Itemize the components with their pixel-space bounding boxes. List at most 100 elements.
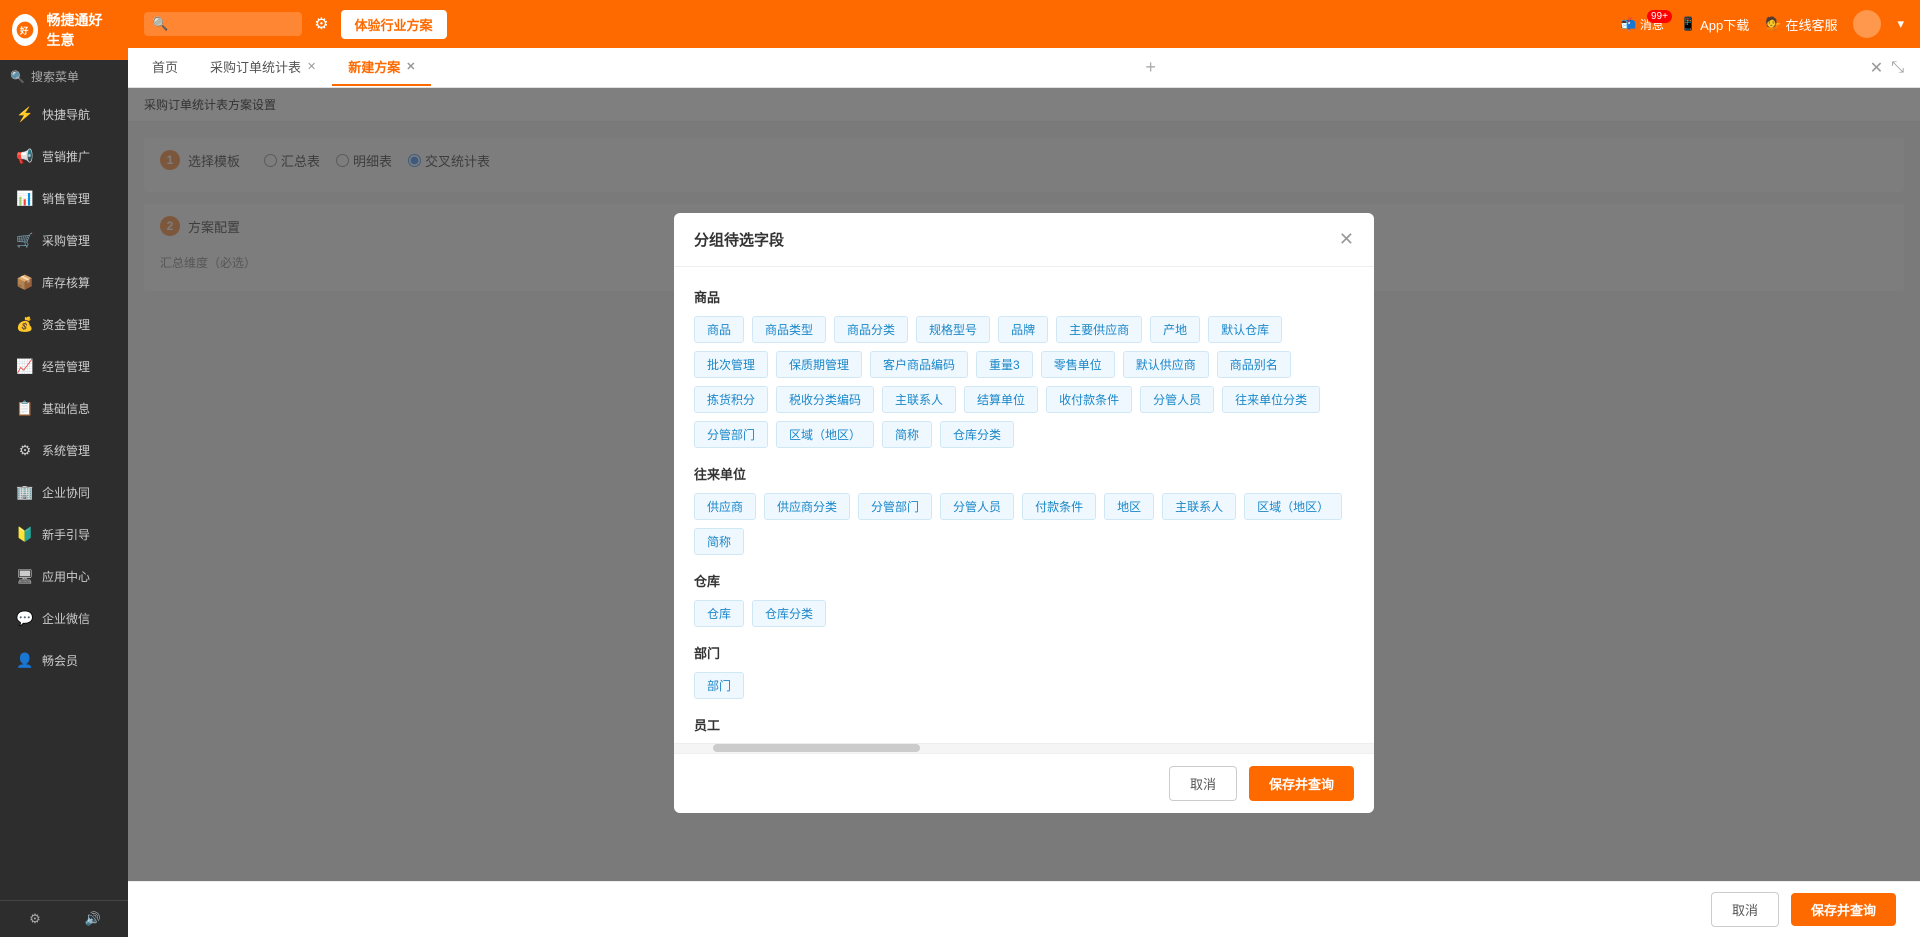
field-tag[interactable]: 重量3 bbox=[976, 351, 1033, 378]
field-tag[interactable]: 分管人员 bbox=[1140, 386, 1214, 413]
field-tag[interactable]: 商品别名 bbox=[1217, 351, 1291, 378]
sidebar-item-label: 资金管理 bbox=[42, 316, 90, 333]
bottom-save-button[interactable]: 保存并查询 bbox=[1791, 893, 1896, 926]
sidebar-item-label: 快捷导航 bbox=[42, 106, 90, 123]
badge-count: 99+ bbox=[1647, 10, 1672, 23]
field-tag[interactable]: 产地 bbox=[1150, 316, 1200, 343]
tab-new-scheme-close[interactable]: ✕ bbox=[406, 60, 415, 73]
field-tag[interactable]: 部门 bbox=[694, 672, 744, 699]
tab-minimize-icon[interactable]: ✕ bbox=[1870, 58, 1883, 78]
field-tag[interactable]: 规格型号 bbox=[916, 316, 990, 343]
sidebar-search[interactable]: 🔍 搜索菜单 bbox=[0, 60, 128, 93]
tab-home[interactable]: 首页 bbox=[136, 49, 194, 86]
tab-new-scheme[interactable]: 新建方案 ✕ bbox=[332, 49, 431, 86]
field-tag[interactable]: 批次管理 bbox=[694, 351, 768, 378]
field-tag[interactable]: 拣货积分 bbox=[694, 386, 768, 413]
modal-close-button[interactable]: ✕ bbox=[1339, 229, 1354, 250]
modal-hscroll-thumb[interactable] bbox=[713, 744, 921, 752]
sidebar-bottom: ⚙ 🔊 bbox=[0, 900, 128, 937]
sidebar-item-operations[interactable]: 📈 经营管理 bbox=[6, 347, 122, 385]
sidebar-item-label: 企业微信 bbox=[42, 610, 90, 627]
tab-add-btn[interactable]: + bbox=[1137, 53, 1164, 82]
field-tag[interactable]: 主联系人 bbox=[1162, 493, 1236, 520]
tab-purchase-stat-close[interactable]: ✕ bbox=[307, 60, 316, 73]
sidebar-item-member[interactable]: 👤 畅会员 bbox=[6, 641, 122, 679]
header-exp-button[interactable]: 体验行业方案 bbox=[341, 10, 447, 39]
field-tag[interactable]: 客户商品编码 bbox=[870, 351, 968, 378]
sidebar-item-label: 采购管理 bbox=[42, 232, 90, 249]
section-title-dept: 部门 bbox=[694, 643, 1354, 662]
sidebar-item-guide[interactable]: 🔰 新手引导 bbox=[6, 515, 122, 553]
field-tag[interactable]: 往来单位分类 bbox=[1222, 386, 1320, 413]
system-icon: ⚙ bbox=[16, 441, 34, 459]
field-tag[interactable]: 税收分类编码 bbox=[776, 386, 874, 413]
sidebar-settings-btn[interactable]: ⚙ bbox=[10, 911, 60, 927]
sidebar-item-app-center[interactable]: 🖥 应用中心 bbox=[6, 557, 122, 595]
field-tag[interactable]: 结算单位 bbox=[964, 386, 1038, 413]
field-tag[interactable]: 收付款条件 bbox=[1046, 386, 1132, 413]
bottom-cancel-button[interactable]: 取消 bbox=[1711, 892, 1779, 927]
header-message-badge[interactable]: 📬 消息 99+ bbox=[1620, 16, 1664, 33]
tab-purchase-stat[interactable]: 采购订单统计表 ✕ bbox=[194, 49, 332, 86]
field-tag[interactable]: 供应商 bbox=[694, 493, 756, 520]
field-tag[interactable]: 品牌 bbox=[998, 316, 1048, 343]
field-tag[interactable]: 商品类型 bbox=[752, 316, 826, 343]
section-title-goods: 商品 bbox=[694, 287, 1354, 306]
service-icon: 💁 bbox=[1765, 16, 1781, 32]
field-tag[interactable]: 默认仓库 bbox=[1208, 316, 1282, 343]
field-tag[interactable]: 简称 bbox=[694, 528, 744, 555]
header-setting-icon[interactable]: ⚙ bbox=[314, 14, 328, 34]
modal-cancel-button[interactable]: 取消 bbox=[1169, 766, 1237, 801]
modal-confirm-button[interactable]: 保存并查询 bbox=[1249, 766, 1354, 801]
field-tag[interactable]: 供应商分类 bbox=[764, 493, 850, 520]
finance-icon: 💰 bbox=[16, 315, 34, 333]
modal-title: 分组待选字段 bbox=[694, 229, 784, 250]
field-tag[interactable]: 零售单位 bbox=[1041, 351, 1115, 378]
field-tag[interactable]: 默认供应商 bbox=[1123, 351, 1209, 378]
field-tag[interactable]: 仓库分类 bbox=[940, 421, 1014, 448]
field-tag[interactable]: 分管部门 bbox=[858, 493, 932, 520]
field-tag[interactable]: 地区 bbox=[1104, 493, 1154, 520]
sidebar-item-inventory[interactable]: 📦 库存核算 bbox=[6, 263, 122, 301]
sales-icon: 📊 bbox=[16, 189, 34, 207]
sidebar-item-corp[interactable]: 🏢 企业协同 bbox=[6, 473, 122, 511]
section-title-partner: 往来单位 bbox=[694, 464, 1354, 483]
field-tag[interactable]: 商品 bbox=[694, 316, 744, 343]
sidebar-item-wechat[interactable]: 💬 企业微信 bbox=[6, 599, 122, 637]
field-tag[interactable]: 商品分类 bbox=[834, 316, 908, 343]
sidebar-item-base[interactable]: 📋 基础信息 bbox=[6, 389, 122, 427]
user-menu-icon[interactable]: ▾ bbox=[1897, 16, 1904, 32]
tab-new-scheme-label: 新建方案 bbox=[348, 57, 400, 76]
field-tag[interactable]: 主联系人 bbox=[882, 386, 956, 413]
bottom-action-bar: 取消 保存并查询 bbox=[128, 881, 1920, 937]
field-tag[interactable]: 分管人员 bbox=[940, 493, 1014, 520]
logo-icon: 好 bbox=[12, 14, 38, 46]
sidebar-sound-btn[interactable]: 🔊 bbox=[68, 911, 118, 927]
field-tag[interactable]: 区域（地区） bbox=[776, 421, 874, 448]
field-tag[interactable]: 仓库分类 bbox=[752, 600, 826, 627]
field-tag[interactable]: 保质期管理 bbox=[776, 351, 862, 378]
field-tag[interactable]: 区域（地区） bbox=[1244, 493, 1342, 520]
tab-expand-icon[interactable]: ⤡ bbox=[1891, 59, 1904, 77]
sidebar-search-label: 搜索菜单 bbox=[31, 68, 79, 85]
field-tag[interactable]: 简称 bbox=[882, 421, 932, 448]
sidebar-item-marketing[interactable]: 📢 营销推广 bbox=[6, 137, 122, 175]
sidebar-item-purchase[interactable]: 🛒 采购管理 bbox=[6, 221, 122, 259]
app-download-btn[interactable]: 📱 App下载 bbox=[1680, 15, 1749, 34]
field-tag[interactable]: 付款条件 bbox=[1022, 493, 1096, 520]
sidebar-item-finance[interactable]: 💰 资金管理 bbox=[6, 305, 122, 343]
sidebar-item-label: 应用中心 bbox=[42, 568, 90, 585]
sidebar-item-system[interactable]: ⚙ 系统管理 bbox=[6, 431, 122, 469]
sidebar-item-quick-nav[interactable]: ⚡ 快捷导航 bbox=[6, 95, 122, 133]
purchase-icon: 🛒 bbox=[16, 231, 34, 249]
user-avatar[interactable] bbox=[1853, 10, 1881, 38]
field-tag[interactable]: 主要供应商 bbox=[1056, 316, 1142, 343]
online-service-btn[interactable]: 💁 在线客服 bbox=[1765, 15, 1837, 34]
modal-body[interactable]: 商品 商品 商品类型 商品分类 规格型号 品牌 主要供应商 产地 默认仓库 批次… bbox=[674, 267, 1374, 744]
header-search-input[interactable] bbox=[174, 17, 294, 32]
modal-horizontal-scrollbar[interactable] bbox=[674, 743, 1374, 752]
field-tag[interactable]: 仓库 bbox=[694, 600, 744, 627]
guide-icon: 🔰 bbox=[16, 525, 34, 543]
sidebar-item-sales[interactable]: 📊 销售管理 bbox=[6, 179, 122, 217]
field-tag[interactable]: 分管部门 bbox=[694, 421, 768, 448]
